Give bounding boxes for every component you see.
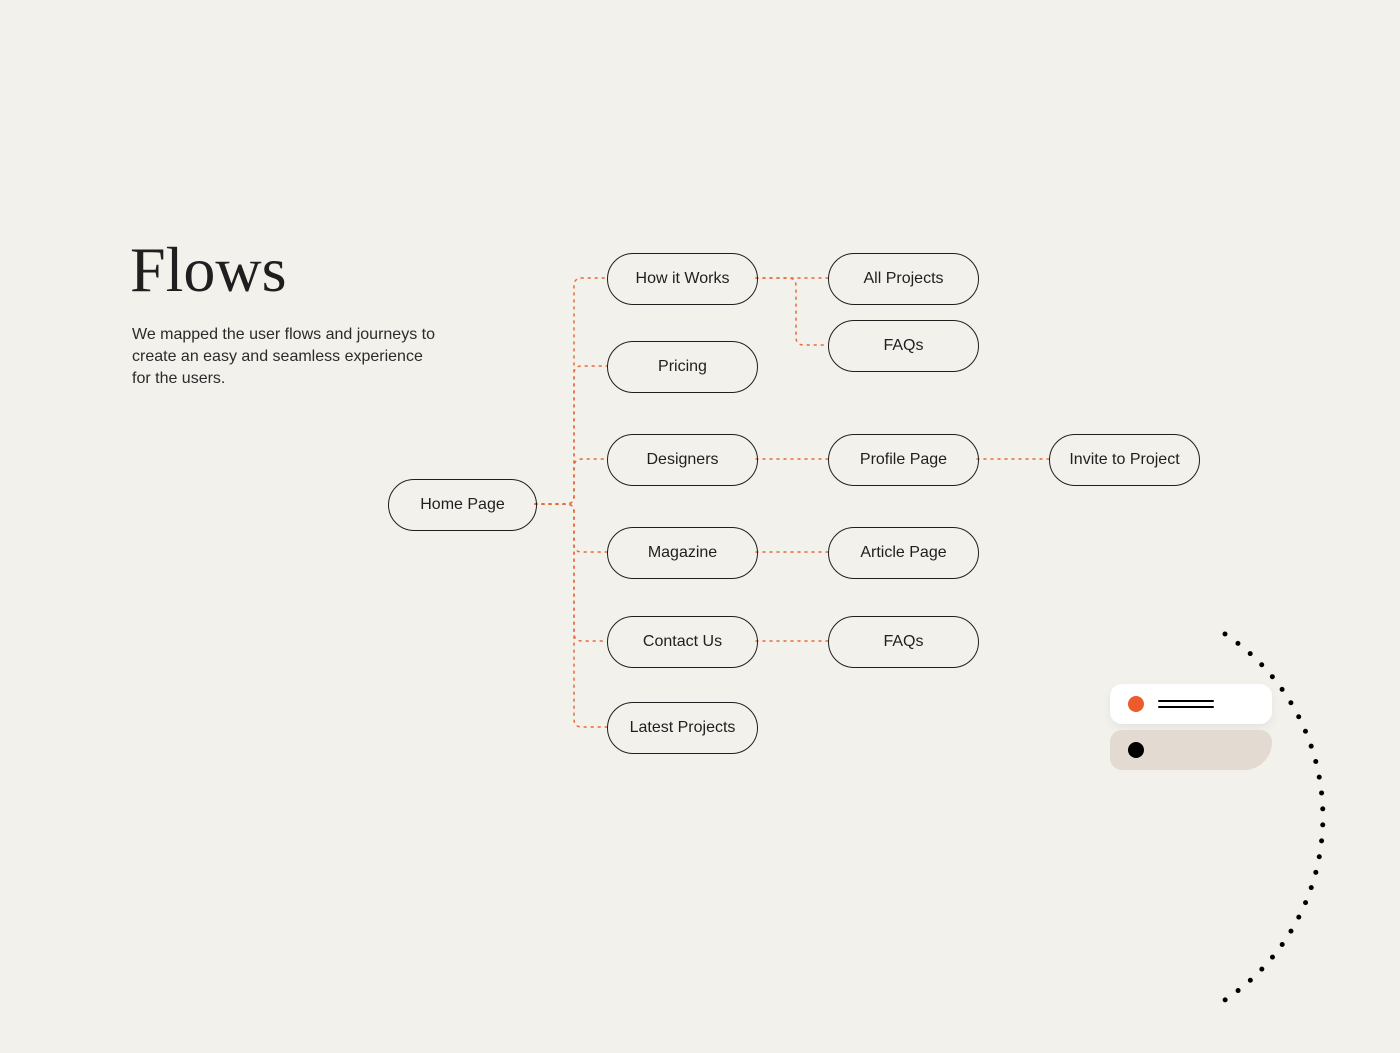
decorative-card-bottom xyxy=(1110,730,1272,770)
node-latest-projects: Latest Projects xyxy=(607,702,758,754)
node-label: Home Page xyxy=(420,496,505,514)
node-contact-us: Contact Us xyxy=(607,616,758,668)
node-label: Designers xyxy=(646,451,718,469)
dot-icon xyxy=(1128,696,1144,712)
node-label: All Projects xyxy=(863,270,943,288)
node-label: Pricing xyxy=(658,358,707,376)
node-designers: Designers xyxy=(607,434,758,486)
node-label: Article Page xyxy=(860,544,946,562)
node-label: Magazine xyxy=(648,544,717,562)
node-article-page: Article Page xyxy=(828,527,979,579)
node-how-it-works: How it Works xyxy=(607,253,758,305)
decorative-card-top xyxy=(1110,684,1272,724)
node-home-page: Home Page xyxy=(388,479,537,531)
node-pricing: Pricing xyxy=(607,341,758,393)
node-label: Contact Us xyxy=(643,633,722,651)
node-profile-page: Profile Page xyxy=(828,434,979,486)
node-label: Invite to Project xyxy=(1069,451,1179,469)
lines-icon xyxy=(1158,700,1214,708)
node-invite-to-project: Invite to Project xyxy=(1049,434,1200,486)
node-faqs-bottom: FAQs xyxy=(828,616,979,668)
node-label: How it Works xyxy=(636,270,730,288)
node-faqs-top: FAQs xyxy=(828,320,979,372)
node-label: Profile Page xyxy=(860,451,947,469)
dot-icon xyxy=(1128,742,1144,758)
node-all-projects: All Projects xyxy=(828,253,979,305)
node-label: FAQs xyxy=(883,633,923,651)
node-label: FAQs xyxy=(883,337,923,355)
node-label: Latest Projects xyxy=(630,719,736,737)
node-magazine: Magazine xyxy=(607,527,758,579)
